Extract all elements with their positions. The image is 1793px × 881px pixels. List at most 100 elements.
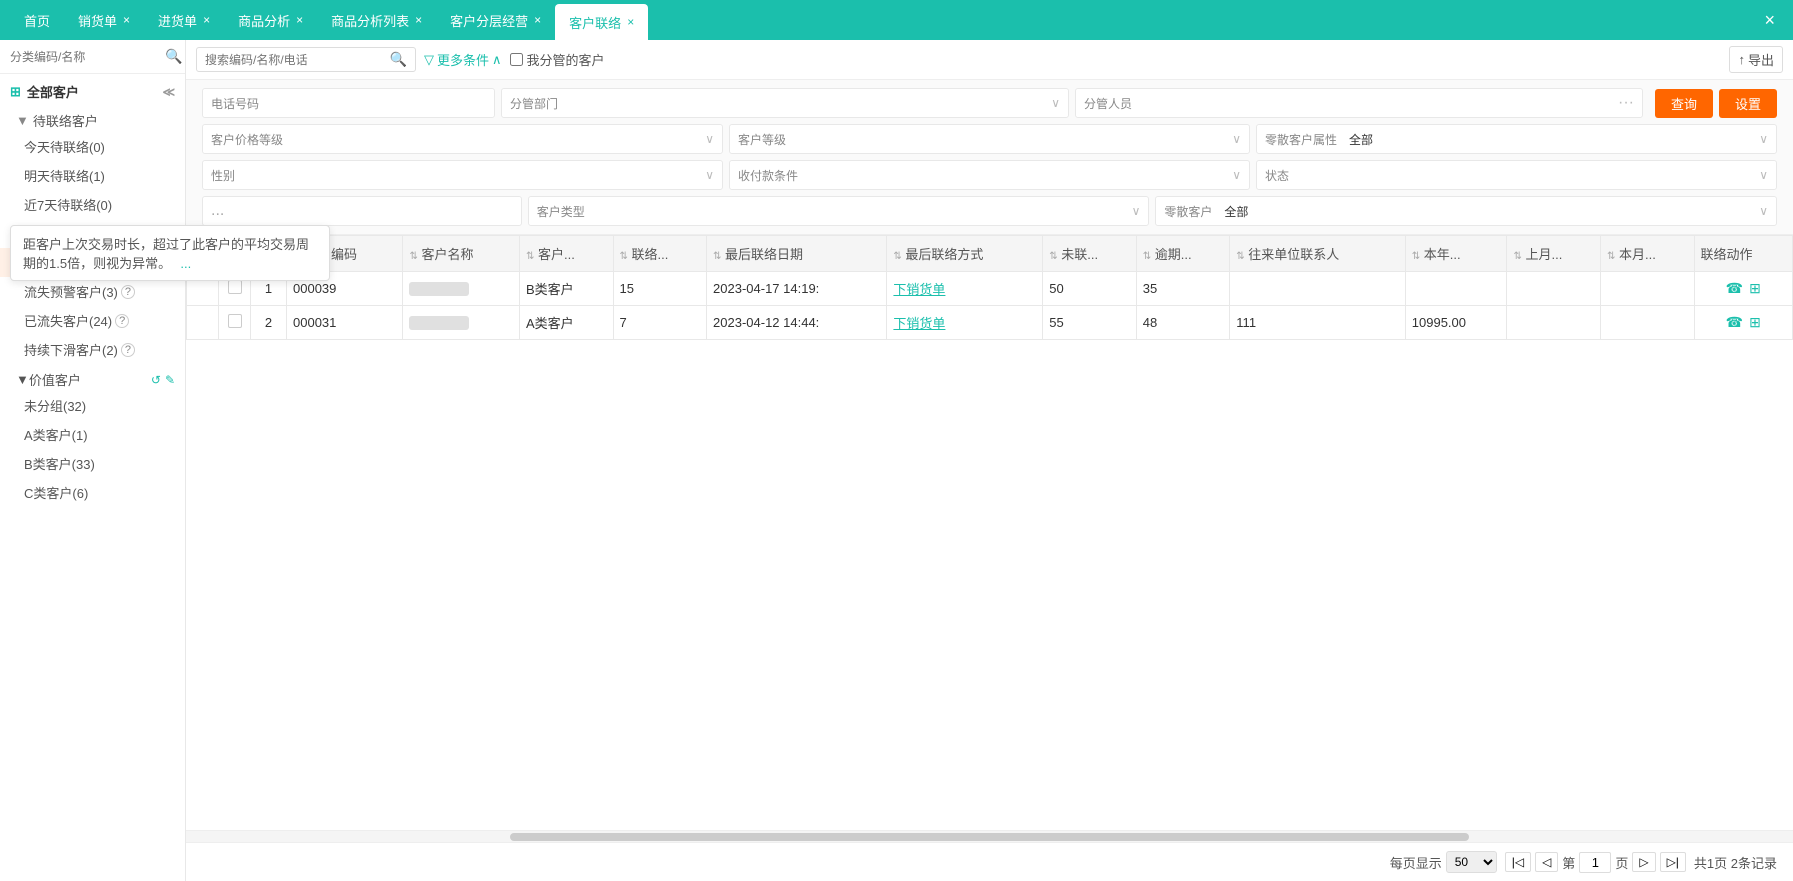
tooltip-more-link[interactable]: ... [180,256,186,271]
filter-manager[interactable]: 分管人员 ··· [1075,88,1643,118]
th-actions: 联络动作 [1694,236,1792,272]
action-more-icon[interactable]: ⊞ [1749,280,1761,297]
sidebar-pending-group[interactable]: ▼ 待联络客户 [0,105,185,132]
filter-customer-level[interactable]: 客户等级 ∨ [729,124,1250,154]
th-customer-name[interactable]: ⇅ 客户名称 [403,236,519,272]
sidebar-item-class-b[interactable]: B类客户(33) [0,449,185,478]
th-unit-contacts[interactable]: ⇅ 往来单位联系人 [1230,236,1405,272]
nav-product-analysis[interactable]: 商品分析 × [224,0,317,40]
settings-button[interactable]: 设置 [1719,89,1777,118]
horizontal-scrollbar[interactable] [186,830,1793,842]
nav-close-product-analysis[interactable]: × [296,13,303,27]
sort-icon-this-month: ⇅ [1607,251,1615,262]
value-group-refresh-icon[interactable]: ↺ [151,373,161,387]
customers-table: ⚙ ⇅ 客户编码 ⇅ 客户名称 [186,235,1793,340]
row-check[interactable] [219,306,251,340]
sidebar-search-input[interactable] [10,50,165,64]
nav-close-purchase-order[interactable]: × [203,13,210,27]
row-last-contact-method[interactable]: 下销货单 [887,306,1043,340]
sidebar-item-unclassified[interactable]: 未分组(32) [0,391,185,420]
sidebar-item-churn-warning[interactable]: 流失预警客户(3) ? [0,277,185,306]
sidebar-item-churned[interactable]: 已流失客户(24) ? [0,306,185,335]
export-btn[interactable]: ↑ 导出 [1729,46,1783,73]
nav-close-sales-order[interactable]: × [123,13,130,27]
value-group-edit-icon[interactable]: ✎ [165,373,175,387]
prev-page-btn[interactable]: ◁ [1535,852,1558,872]
nav-customer-segment[interactable]: 客户分层经营 × [436,0,555,40]
churn-warning-help-icon[interactable]: ? [121,285,135,299]
main-search-icon[interactable]: 🔍 [390,51,407,68]
value-group-edit-icons: ↺ ✎ [151,373,175,387]
sidebar-item-class-a[interactable]: A类客户(1) [0,420,185,449]
filter-phone[interactable]: 电话号码 [202,88,495,118]
manager-dots-icon[interactable]: ··· [1618,94,1634,112]
sidebar-item-tomorrow-pending[interactable]: 明天待联络(1) [0,161,185,190]
manager-input[interactable] [1138,96,1612,110]
nav-close-customer-segment[interactable]: × [534,13,541,27]
nav-close-product-analysis-list[interactable]: × [415,13,422,27]
contact-method-link[interactable]: 下销货单 [893,316,945,331]
sidebar-item-7day-pending[interactable]: 近7天待联络(0) [0,190,185,219]
th-last-contact-method[interactable]: ⇅ 最后联络方式 [887,236,1043,272]
more-filters-btn[interactable]: ▽ 更多条件 ∧ [424,50,502,69]
filter-gender[interactable]: 性别 ∨ [202,160,723,190]
row-checkbox[interactable] [228,314,242,328]
table-header-row: ⚙ ⇅ 客户编码 ⇅ 客户名称 [187,236,1793,272]
th-this-month[interactable]: ⇅ 本月... [1601,236,1695,272]
filter-retail-attr[interactable]: 零散客户属性 全部 ∨ [1256,124,1777,154]
next-page-btn[interactable]: ▷ [1632,852,1655,872]
my-customer-checkbox-wrapper[interactable]: 我分管的客户 [510,50,605,69]
main-search-input[interactable] [205,53,390,67]
filter-status[interactable]: 状态 ∨ [1256,160,1777,190]
th-customer-type[interactable]: ⇅ 客户... [519,236,613,272]
filter-payment[interactable]: 收付款条件 ∨ [729,160,1250,190]
action-contact-icon[interactable]: ☎ [1726,280,1743,297]
sidebar-item-today-pending[interactable]: 今天待联络(0) [0,132,185,161]
row-checkbox[interactable] [228,280,242,294]
export-icon: ↑ [1738,52,1745,67]
declining-help-icon[interactable]: ? [121,343,135,357]
page-number-input[interactable] [1579,852,1611,873]
nav-product-analysis-list[interactable]: 商品分析列表 × [317,0,436,40]
per-page-select[interactable]: 50 100 200 [1446,851,1497,873]
query-button[interactable]: 查询 [1655,89,1713,118]
last-page-btn[interactable]: ▷| [1660,852,1686,872]
filter-customer-type[interactable]: 客户类型 ∨ [528,196,1150,226]
action-contact-icon[interactable]: ☎ [1726,314,1743,331]
row-last-contact-method[interactable]: 下销货单 [887,272,1043,306]
th-overdue[interactable]: ⇅ 逾期... [1136,236,1230,272]
th-last-contact-date[interactable]: ⇅ 最后联络日期 [707,236,887,272]
th-contact-count[interactable]: ⇅ 联络... [613,236,707,272]
nav-close-customer-contact[interactable]: × [627,15,634,29]
filter-retail-customer[interactable]: 零散客户 全部 ∨ [1155,196,1777,226]
nav-purchase-order[interactable]: 进货单 × [144,0,224,40]
sidebar-item-declining[interactable]: 持续下滑客户(2) ? [0,335,185,364]
my-customer-checkbox[interactable] [510,53,523,66]
nav-sales-order[interactable]: 销货单 × [64,0,144,40]
scrollbar-thumb[interactable] [510,833,1469,841]
churned-help-icon[interactable]: ? [115,314,129,328]
filter-dept[interactable]: 分管部门 ∨ [501,88,1069,118]
th-this-year[interactable]: ⇅ 本年... [1405,236,1507,272]
sidebar-all-customers[interactable]: ⊞ 全部客户 ≪ [0,74,185,105]
nav-customer-contact[interactable]: 客户联络 × [555,4,648,40]
dept-input[interactable] [564,96,1045,110]
filter-dots3[interactable]: ... [202,196,522,226]
nav-home[interactable]: 首页 [10,0,64,40]
contact-method-link[interactable]: 下销货单 [893,282,945,297]
th-unpaid[interactable]: ⇅ 未联... [1043,236,1137,272]
action-more-icon[interactable]: ⊞ [1749,314,1761,331]
row-customer-type: B类客户 [519,272,613,306]
row-unit-contacts: 111 [1230,306,1405,340]
sidebar-search-icon[interactable]: 🔍 [165,48,182,65]
first-page-btn[interactable]: |◁ [1505,852,1531,872]
sidebar-collapse-btn[interactable]: ≪ [162,85,175,99]
window-close-button[interactable]: × [1756,10,1783,31]
th-last-month[interactable]: ⇅ 上月... [1507,236,1601,272]
row-this-year [1405,272,1507,306]
sidebar-value-group[interactable]: ▼ 价值客户 ↺ ✎ [0,364,185,391]
phone-input[interactable] [265,96,486,110]
filter-price-level[interactable]: 客户价格等级 ∨ [202,124,723,154]
sidebar-item-class-c[interactable]: C类客户(6) [0,478,185,507]
row-gear [187,306,219,340]
